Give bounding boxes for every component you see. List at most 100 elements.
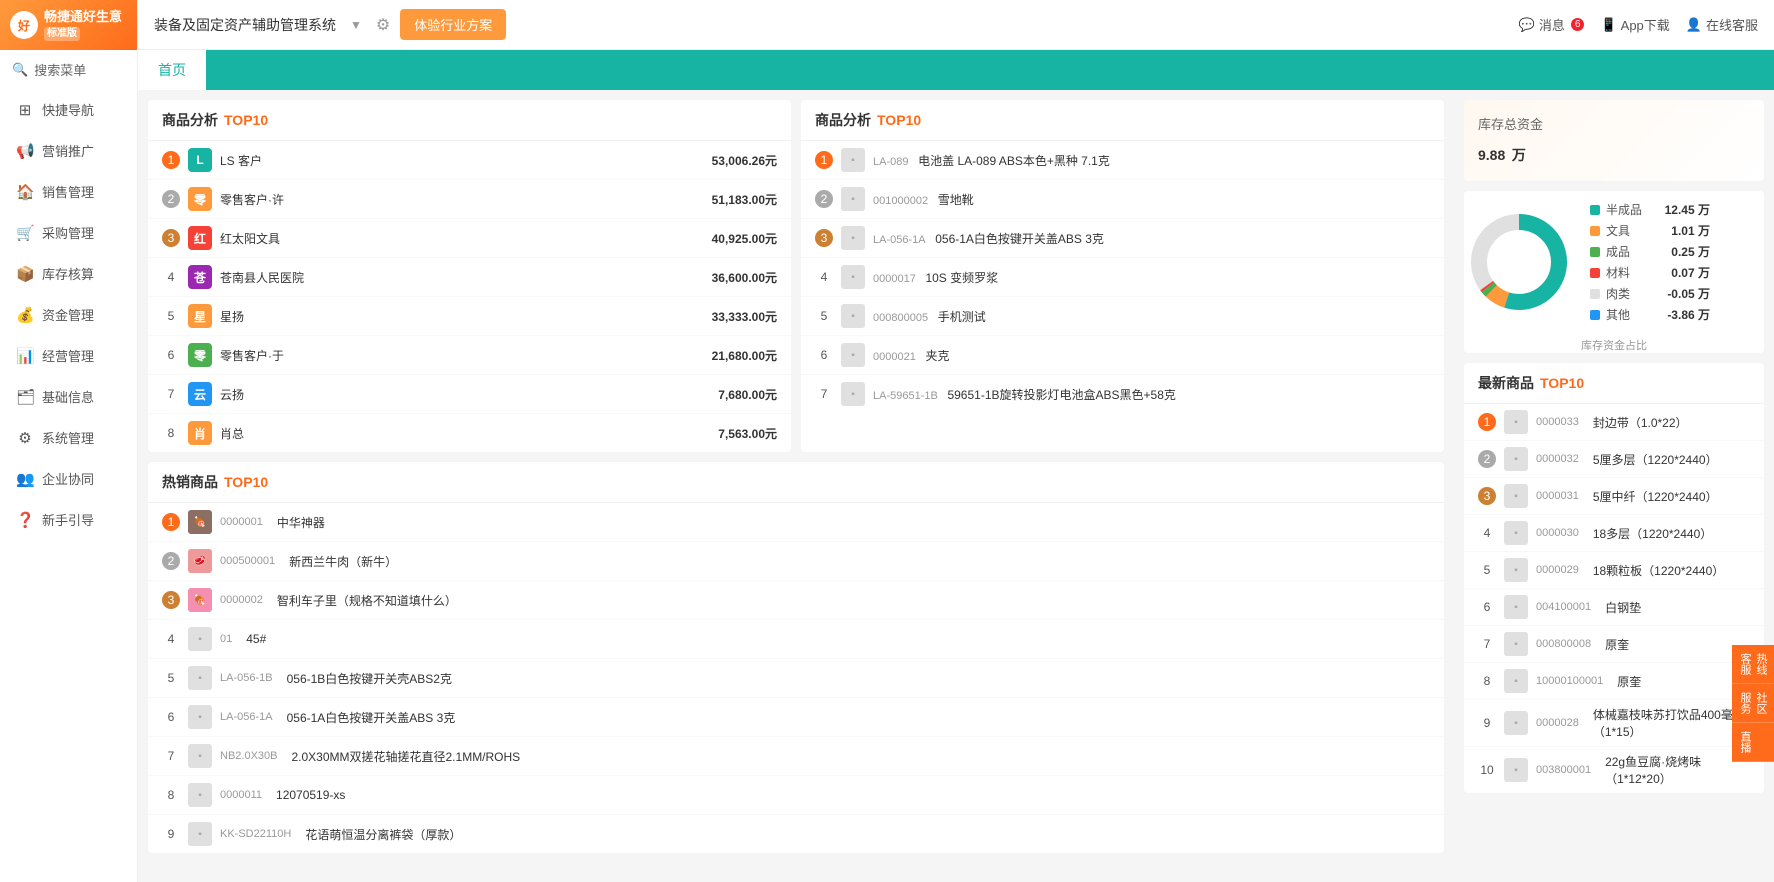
top-customers-header: 商品分析 TOP10 — [148, 100, 791, 141]
product-image: ▪ — [1504, 711, 1528, 735]
product-code: 000800008 — [1536, 638, 1591, 650]
product-name: 花语萌恒温分离裤袋（厚款） — [305, 826, 461, 843]
table-row: 6 ▪ 0000021 夹克 — [801, 336, 1444, 375]
product-image: ▪ — [841, 382, 865, 406]
rank-medal: 3 — [815, 229, 833, 247]
latest-products-card: 最新商品 TOP10 1 ▪ 0000033 封边带（1.0*22） 2 ▪ 0… — [1464, 363, 1764, 793]
inventory-amount: 9.88 万 — [1478, 139, 1750, 167]
inventory-card: 库存总资金 9.88 万 — [1464, 100, 1764, 181]
product-image: ▪ — [841, 265, 865, 289]
product-code: 0000001 — [220, 516, 263, 528]
table-row: 1 ▪ LA-089 电池盖 LA-089 ABS本色+黑种 7.1克 — [801, 141, 1444, 180]
float-btn-live[interactable]: 直播 — [1732, 723, 1774, 762]
product-code: 0000033 — [1536, 416, 1579, 428]
float-btn-service[interactable]: 客服热线 — [1732, 645, 1774, 684]
rank-medal: 1 — [1478, 413, 1496, 431]
inventory-icon: 📦 — [16, 265, 34, 283]
sidebar-item-label: 经营管理 — [42, 346, 94, 365]
avatar: 零 — [188, 343, 212, 367]
rank-number: 5 — [162, 669, 180, 687]
notification-label: 消息 — [1539, 15, 1565, 34]
sidebar-item-marketing[interactable]: 📢 营销推广 — [0, 130, 137, 171]
notification-item[interactable]: 💬 消息 6 — [1519, 15, 1585, 34]
avatar: 零 — [188, 187, 212, 211]
app-logo: 好 畅捷通好生意 标准版 — [0, 0, 137, 50]
sidebar-item-system[interactable]: ⚙ 系统管理 — [0, 417, 137, 458]
table-row: 5 星 星扬 33,333.00元 — [148, 297, 791, 336]
gear-icon[interactable]: ⚙ — [376, 15, 390, 35]
product-image: ▪ — [841, 226, 865, 250]
product-image: 🍖 — [188, 510, 212, 534]
trial-button[interactable]: 体验行业方案 — [400, 9, 506, 40]
rank-number: 6 — [162, 708, 180, 726]
top-section: 商品分析 TOP10 1 L LS 客户 53,006.26元 2 零 — [148, 100, 1444, 452]
chevron-down-icon[interactable]: ▼ — [350, 18, 362, 32]
phone-icon: 📱 — [1600, 17, 1616, 33]
legend-value: 0.25 万 — [1671, 243, 1710, 260]
sidebar-item-basics[interactable]: 🗂 基础信息 — [0, 376, 137, 417]
product-image: ▪ — [188, 666, 212, 690]
sidebar-item-collab[interactable]: 👥 企业协同 — [0, 458, 137, 499]
product-name: 体械嘉枝味苏打饮品400毫升（1*15） — [1593, 706, 1750, 740]
marketing-icon: 📢 — [16, 142, 34, 160]
sidebar-item-operations[interactable]: 📊 经营管理 — [0, 335, 137, 376]
app-download-item[interactable]: 📱 App下载 — [1600, 15, 1669, 34]
rank-number: 8 — [162, 424, 180, 442]
list-item: 2 ▪ 0000032 5厘多层（1220*2440） — [1464, 441, 1764, 478]
sidebar-item-label: 采购管理 — [42, 223, 94, 242]
system-title: 装备及固定资产辅助管理系统 — [154, 15, 336, 35]
sidebar-item-inventory[interactable]: 📦 库存核算 — [0, 253, 137, 294]
left-panel: 商品分析 TOP10 1 L LS 客户 53,006.26元 2 零 — [138, 90, 1454, 882]
rank-number: 9 — [1478, 714, 1496, 732]
sidebar-item-sales[interactable]: 🏠 销售管理 — [0, 171, 137, 212]
finance-icon: 💰 — [16, 306, 34, 324]
avatar: 苍 — [188, 265, 212, 289]
list-item: 10 ▪ 003800001 22g鱼豆腐·烧烤味（1*12*20） — [1464, 747, 1764, 793]
product-info: 0000021 夹克 — [873, 347, 1430, 364]
product-name: 22g鱼豆腐·烧烤味（1*12*20） — [1605, 753, 1750, 787]
product-name: 45# — [246, 632, 266, 646]
legend-item: 材料 0.07 万 — [1590, 264, 1710, 281]
logo-icon: 好 — [10, 11, 38, 39]
list-item: 3 ▪ 0000031 5厘中纤（1220*2440） — [1464, 478, 1764, 515]
app-download-label: App下载 — [1621, 15, 1670, 34]
hot-products-title: 热销商品 — [162, 472, 218, 492]
search-menu[interactable]: 🔍 搜索菜单 — [0, 50, 137, 89]
sidebar-item-guide[interactable]: ❓ 新手引导 — [0, 499, 137, 540]
list-item: 8 ▪ 0000011 12070519-xs — [148, 776, 1444, 815]
product-image: ▪ — [1504, 595, 1528, 619]
sidebar-item-quick-nav[interactable]: ⊞ 快捷导航 — [0, 89, 137, 130]
sidebar-item-purchase[interactable]: 🛒 采购管理 — [0, 212, 137, 253]
float-btn-community[interactable]: 服务社区 — [1732, 684, 1774, 723]
table-row: 6 零 零售客户·于 21,680.00元 — [148, 336, 791, 375]
customer-value: 36,600.00元 — [712, 269, 777, 286]
product-code: NB2.0X30B — [220, 750, 277, 762]
legend-value: 0.07 万 — [1671, 264, 1710, 281]
purchase-icon: 🛒 — [16, 224, 34, 242]
legend-item: 成品 0.25 万 — [1590, 243, 1710, 260]
list-item: 7 ▪ 000800008 原奎 — [1464, 626, 1764, 663]
online-service-item[interactable]: 👤 在线客服 — [1686, 15, 1758, 34]
customer-name: 星扬 — [220, 308, 704, 325]
product-info: 001000002 雪地靴 — [873, 191, 1430, 208]
legend-value: 12.45 万 — [1665, 201, 1710, 218]
rank-medal: 1 — [162, 151, 180, 169]
service-icon: 👤 — [1686, 17, 1702, 33]
product-info: 000800005 手机测试 — [873, 308, 1430, 325]
latest-products-header: 最新商品 TOP10 — [1464, 363, 1764, 404]
sidebar-item-finance[interactable]: 💰 资金管理 — [0, 294, 137, 335]
collab-icon: 👥 — [16, 470, 34, 488]
product-code: 0000002 — [220, 594, 263, 606]
rank-medal: 3 — [1478, 487, 1496, 505]
product-code: LA-056-1A — [873, 234, 926, 246]
rank-number: 4 — [815, 268, 833, 286]
legend-value: 1.01 万 — [1671, 222, 1710, 239]
tab-home[interactable]: 首页 — [138, 50, 206, 90]
customer-value: 51,183.00元 — [712, 191, 777, 208]
top-products-table: 1 ▪ LA-089 电池盖 LA-089 ABS本色+黑种 7.1克 2 ▪ — [801, 141, 1444, 413]
product-name: 原奎 — [1605, 636, 1629, 653]
legend-dot — [1590, 226, 1600, 236]
product-image: ▪ — [1504, 669, 1528, 693]
rank-number: 4 — [162, 630, 180, 648]
top-customers-title: 商品分析 — [162, 110, 218, 130]
